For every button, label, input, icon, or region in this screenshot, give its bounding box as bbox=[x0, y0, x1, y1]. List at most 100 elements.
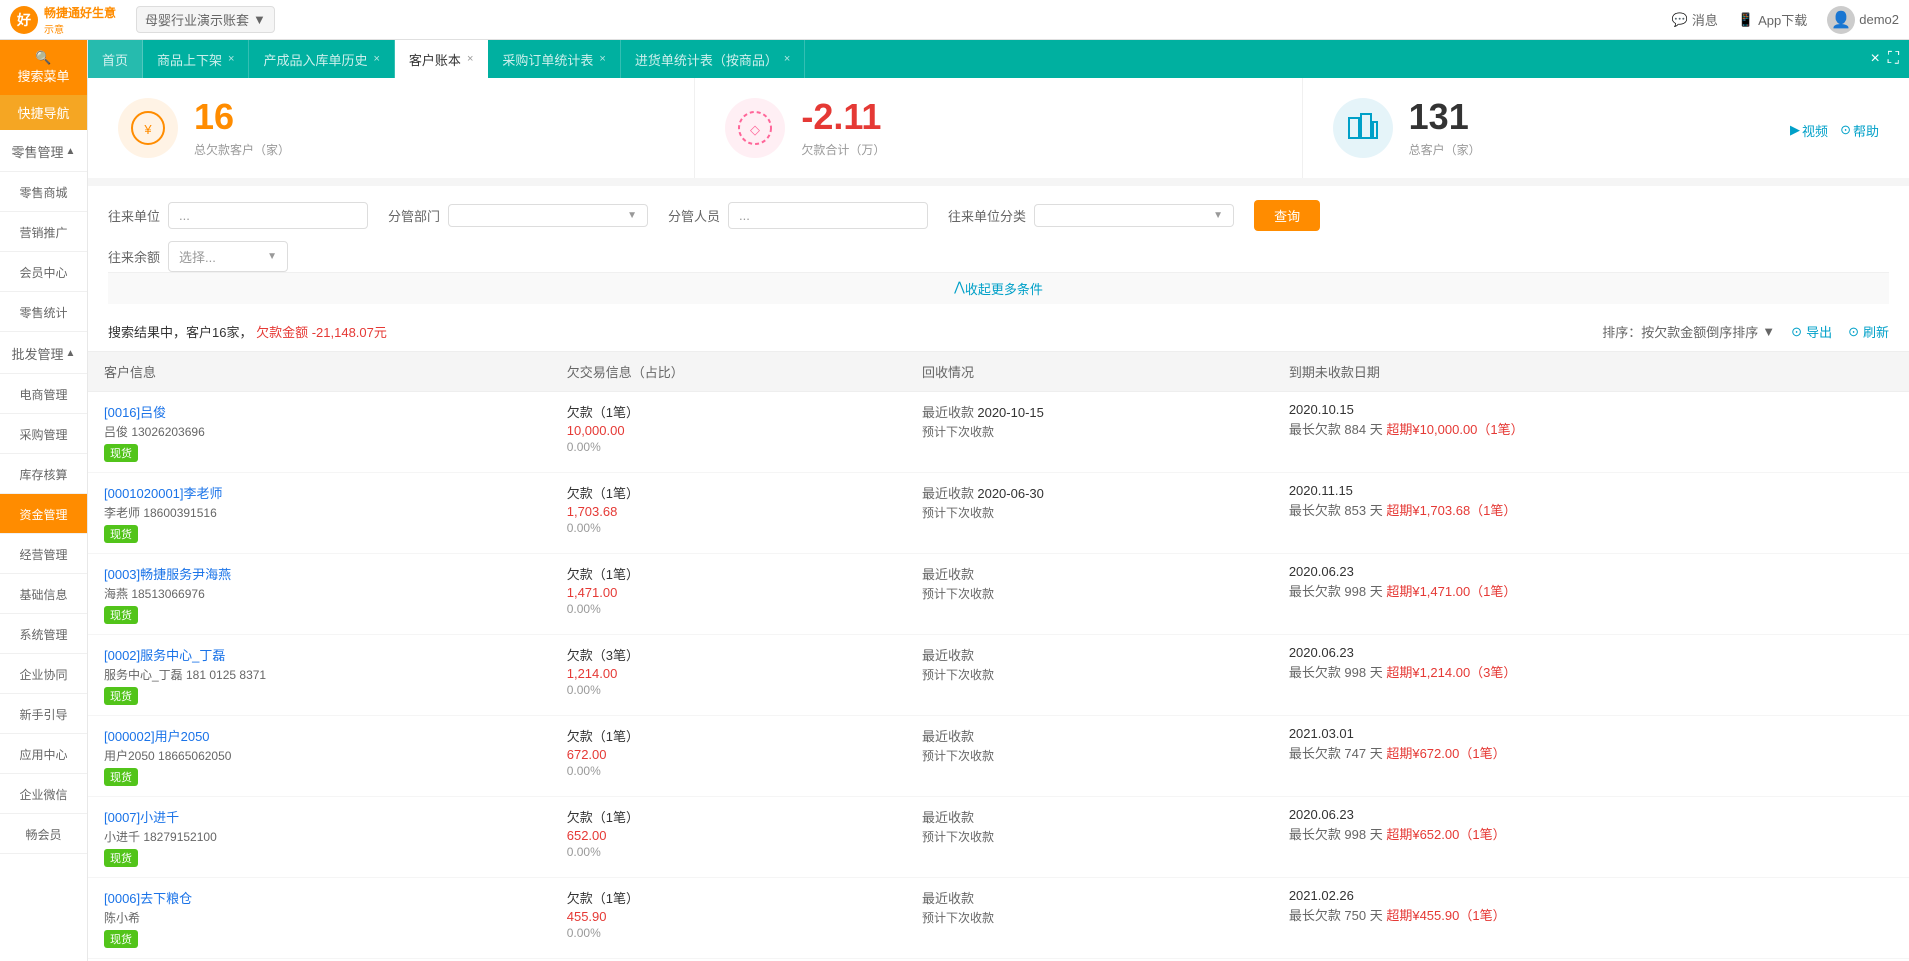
overdue-link[interactable]: 超期¥652.00（1笔） bbox=[1386, 827, 1505, 842]
cell-collection: 最近收款 2020-10-15 预计下次收款 bbox=[906, 392, 1273, 473]
view-video-button[interactable]: ▶ 视频 bbox=[1790, 121, 1828, 140]
customer-name-link[interactable]: [0006]去下粮仓 bbox=[104, 888, 535, 907]
debt-customers-label: 总欠款客户（家） bbox=[194, 141, 290, 158]
overdue-link[interactable]: 超期¥455.90（1笔） bbox=[1386, 908, 1505, 923]
close-all-tabs-button[interactable]: × bbox=[1870, 50, 1879, 68]
overdue-link[interactable]: 超期¥1,703.68（1笔） bbox=[1386, 503, 1516, 518]
tab-purchase-stats[interactable]: 进货单统计表（按商品） × bbox=[621, 40, 805, 78]
table-container: 客户信息 欠交易信息（占比） 回收情况 到期未收款日期 [0016]吕俊 吕俊 … bbox=[88, 352, 1909, 961]
debt-count: 欠款（1笔） bbox=[567, 402, 890, 421]
logo-area: 好 畅捷通好生意 示意 bbox=[10, 4, 116, 36]
user-menu[interactable]: 👤 demo2 bbox=[1827, 6, 1899, 34]
quick-nav[interactable]: 快捷导航 bbox=[0, 95, 87, 130]
sidebar-item-corp[interactable]: 企业协同 bbox=[0, 654, 87, 694]
balance-label: 往来余额 bbox=[108, 247, 160, 266]
sidebar-item-finance[interactable]: 资金管理 bbox=[0, 494, 87, 534]
debt-amount[interactable]: 10,000.00 bbox=[567, 423, 890, 438]
debt-count: 欠款（1笔） bbox=[567, 807, 890, 826]
tab-product-history[interactable]: 产成品入库单历史 × bbox=[249, 40, 394, 78]
sidebar-item-marketing[interactable]: 营销推广 bbox=[0, 212, 87, 252]
sidebar-item-purchase[interactable]: 采购管理 bbox=[0, 414, 87, 454]
debt-amount[interactable]: 672.00 bbox=[567, 747, 890, 762]
tab-purchase-stats-close[interactable]: × bbox=[784, 53, 790, 65]
filter-from-unit: 往来单位 ... bbox=[108, 202, 368, 229]
debt-count: 欠款（1笔） bbox=[567, 726, 890, 745]
sidebar-item-system[interactable]: 系统管理 bbox=[0, 614, 87, 654]
company-selector[interactable]: 母婴行业演示账套 ▼ bbox=[136, 6, 275, 33]
tab-purchase-order-close[interactable]: × bbox=[599, 53, 605, 65]
from-unit-input[interactable]: ... bbox=[168, 202, 368, 229]
sort-select[interactable]: 排序：按欠款金额倒序排序 ▼ bbox=[1602, 322, 1775, 341]
message-button[interactable]: 💬 消息 bbox=[1672, 10, 1718, 29]
customer-name-link[interactable]: [0002]服务中心_丁磊 bbox=[104, 645, 535, 664]
table-row: [0007]小进千 小进千 18279152100 现货 欠款（1笔） 652.… bbox=[88, 797, 1909, 878]
help-button[interactable]: ⊙ 帮助 bbox=[1840, 121, 1879, 140]
download-icon: 📱 bbox=[1738, 12, 1754, 28]
app-download-button[interactable]: 📱 App下载 bbox=[1738, 10, 1807, 29]
top-bar: 好 畅捷通好生意 示意 母婴行业演示账套 ▼ 💬 消息 📱 App下载 👤 bbox=[0, 0, 1909, 40]
next-collection: 预计下次收款 bbox=[922, 828, 1257, 845]
sidebar-item-ecommerce[interactable]: 电商管理 bbox=[0, 374, 87, 414]
due-date: 2020.06.23 bbox=[1289, 807, 1893, 822]
sidebar-item-retail-mall[interactable]: 零售商城 bbox=[0, 172, 87, 212]
tab-product-history-close[interactable]: × bbox=[373, 53, 379, 65]
data-table: 客户信息 欠交易信息（占比） 回收情况 到期未收款日期 [0016]吕俊 吕俊 … bbox=[88, 352, 1909, 961]
search-button[interactable]: 查询 bbox=[1254, 200, 1320, 231]
app-container: 好 畅捷通好生意 示意 母婴行业演示账套 ▼ 💬 消息 📱 App下载 👤 bbox=[0, 0, 1909, 961]
tab-customer-account-close[interactable]: × bbox=[467, 53, 473, 65]
cell-debt-info: 欠款（1笔） 455.90 0.00% bbox=[551, 878, 906, 959]
debt-customers-number: 16 bbox=[194, 99, 290, 135]
tab-purchase-order[interactable]: 采购订单统计表 × bbox=[488, 40, 620, 78]
customer-name-link[interactable]: [0001020001]李老师 bbox=[104, 483, 535, 502]
tab-product-shelf[interactable]: 商品上下架 × bbox=[143, 40, 249, 78]
refresh-button[interactable]: ⊙ 刷新 bbox=[1848, 322, 1889, 341]
sidebar-item-retail-mgmt[interactable]: 零售管理 ▲ bbox=[0, 130, 87, 172]
sidebar-item-member[interactable]: 会员中心 bbox=[0, 252, 87, 292]
sidebar-item-basic[interactable]: 基础信息 bbox=[0, 574, 87, 614]
stat-debt-customers-info: 16 总欠款客户（家） bbox=[194, 99, 290, 158]
cell-customer-info: [0003]畅捷服务尹海燕 海燕 18513066976 现货 bbox=[88, 554, 551, 635]
cell-collection: 最近收款 预计下次收款 bbox=[906, 554, 1273, 635]
sidebar-item-operation[interactable]: 经营管理 bbox=[0, 534, 87, 574]
customer-name-link[interactable]: [0007]小进千 bbox=[104, 807, 535, 826]
unit-category-select[interactable]: ▼ bbox=[1034, 204, 1234, 227]
sidebar-item-inventory[interactable]: 库存核算 bbox=[0, 454, 87, 494]
cell-collection: 最近收款 2020-06-30 预计下次收款 bbox=[906, 473, 1273, 554]
overdue-link[interactable]: 超期¥1,214.00（3笔） bbox=[1386, 665, 1516, 680]
debt-count: 欠款（1笔） bbox=[567, 483, 890, 502]
customer-name-link[interactable]: [0003]畅捷服务尹海燕 bbox=[104, 564, 535, 583]
tab-customer-account[interactable]: 客户账本 × bbox=[395, 40, 488, 78]
customer-name-link[interactable]: [0016]吕俊 bbox=[104, 402, 535, 421]
sidebar-item-vip[interactable]: 畅会员 bbox=[0, 814, 87, 854]
debt-amount[interactable]: 455.90 bbox=[567, 909, 890, 924]
sidebar-item-wechat[interactable]: 企业微信 bbox=[0, 774, 87, 814]
sidebar-item-wholesale-mgmt[interactable]: 批发管理 ▲ bbox=[0, 332, 87, 374]
sidebar-item-retail-stats[interactable]: 零售统计 bbox=[0, 292, 87, 332]
sidebar-item-guide[interactable]: 新手引导 bbox=[0, 694, 87, 734]
cell-collection: 最近收款 预计下次收款 bbox=[906, 797, 1273, 878]
overdue-link[interactable]: 超期¥672.00（1笔） bbox=[1386, 746, 1505, 761]
tab-product-shelf-close[interactable]: × bbox=[228, 53, 234, 65]
export-button[interactable]: ⊙ 导出 bbox=[1791, 322, 1832, 341]
overdue-info: 最长欠款 998 天 超期¥1,214.00（3笔） bbox=[1289, 662, 1893, 681]
dept-select[interactable]: ▼ bbox=[448, 204, 648, 227]
sidebar-item-apps[interactable]: 应用中心 bbox=[0, 734, 87, 774]
balance-select[interactable]: 选择... ▼ bbox=[168, 241, 288, 272]
debt-amount[interactable]: 1,703.68 bbox=[567, 504, 890, 519]
debt-amount[interactable]: 1,214.00 bbox=[567, 666, 890, 681]
overdue-link[interactable]: 超期¥1,471.00（1笔） bbox=[1386, 584, 1516, 599]
tab-bar: 首页 商品上下架 × 产成品入库单历史 × 客户账本 × 采购订单统计表 × bbox=[88, 40, 1909, 78]
customer-name-link[interactable]: [000002]用户2050 bbox=[104, 726, 535, 745]
customer-phone: 吕俊 13026203696 bbox=[104, 423, 535, 440]
debt-amount[interactable]: 652.00 bbox=[567, 828, 890, 843]
maximize-button[interactable]: ⛶ bbox=[1888, 50, 1899, 68]
tab-home[interactable]: 首页 bbox=[88, 40, 143, 78]
search-menu[interactable]: 🔍 搜索菜单 bbox=[0, 40, 87, 95]
filter-row-1: 往来单位 ... 分管部门 ▼ bbox=[108, 200, 1889, 231]
collapse-row[interactable]: ⋀ 收起更多条件 bbox=[108, 272, 1889, 304]
col-customer-info: 客户信息 bbox=[88, 352, 551, 392]
overdue-link[interactable]: 超期¥10,000.00（1笔） bbox=[1386, 422, 1523, 437]
person-input[interactable]: ... bbox=[728, 202, 928, 229]
debt-amount[interactable]: 1,471.00 bbox=[567, 585, 890, 600]
app-title: 畅捷通好生意 bbox=[44, 4, 116, 21]
